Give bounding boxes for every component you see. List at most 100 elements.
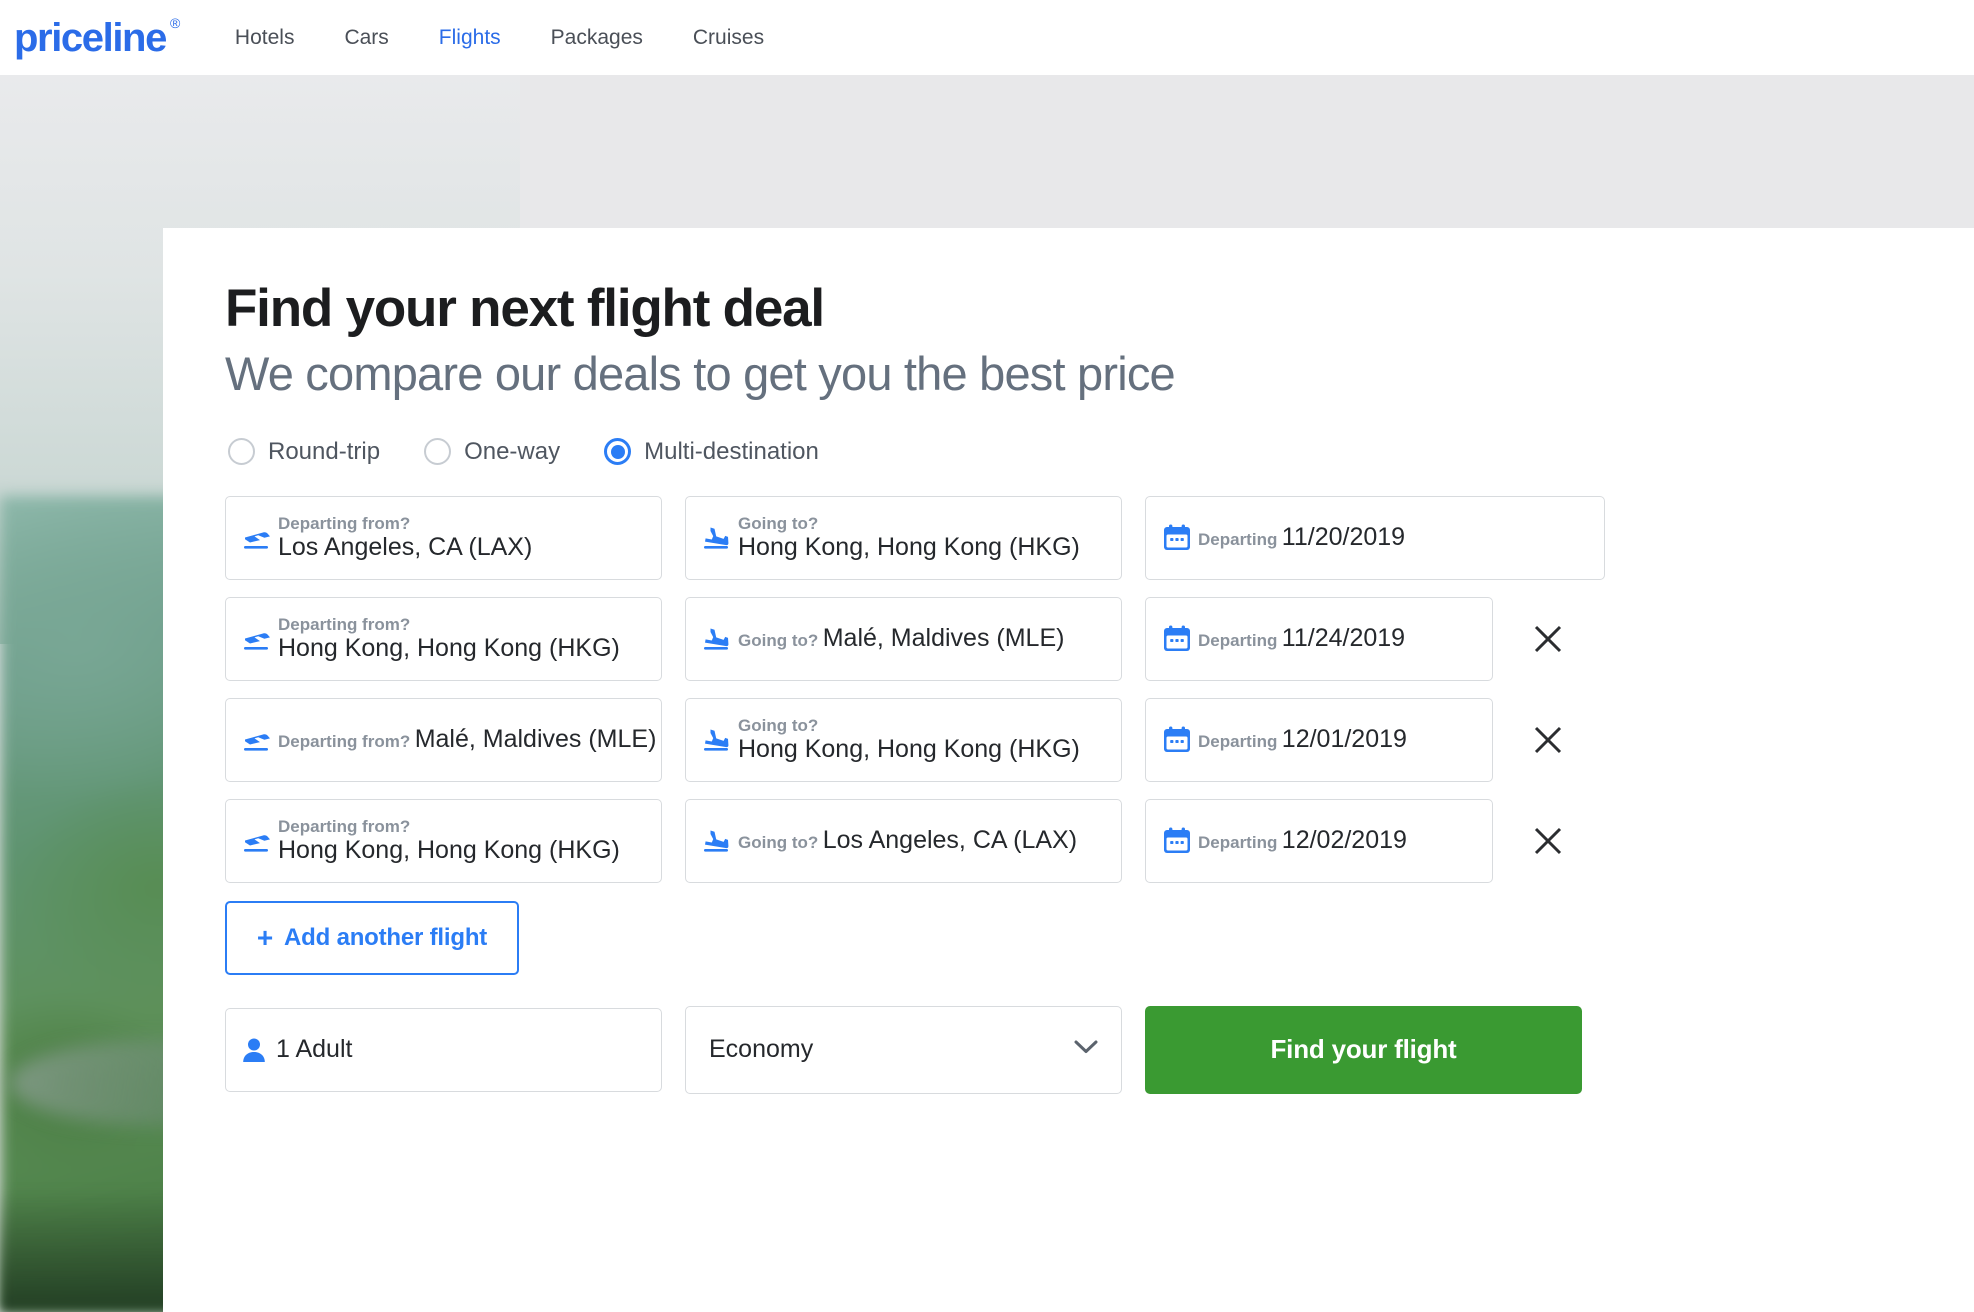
flight-rows: Departing from? Los Angeles, CA (LAX) Go… (225, 495, 1974, 883)
destination-field[interactable]: Going to? Los Angeles, CA (LAX) (685, 798, 1122, 883)
flight-search-card: Find your next flight deal We compare ou… (163, 228, 1974, 1312)
page-root: priceline ® Hotels Cars Flights Packages… (0, 0, 1974, 1312)
page-subtitle: We compare our deals to get you the best… (225, 347, 1176, 401)
trip-type-one-way[interactable]: One-way (424, 438, 560, 466)
departure-date-field[interactable]: Departing 12/02/2019 (1145, 798, 1493, 883)
radio-circle-selected-icon (604, 438, 632, 466)
destination-field-text: Going to? Hong Kong, Hong Kong (HKG) (736, 715, 1121, 764)
close-icon (1534, 827, 1562, 854)
destination-field[interactable]: Going to? Malé, Maldives (MLE) (685, 596, 1122, 681)
departure-date-label: Departing (1198, 732, 1278, 752)
departure-date-label: Departing (1198, 530, 1278, 550)
destination-field-text: Going to? Hong Kong, Hong Kong (HKG) (736, 513, 1121, 562)
airplane-takeoff-icon (226, 626, 276, 652)
trip-type-label: Multi-destination (644, 437, 819, 465)
destination-field-label: Going to? (738, 715, 819, 735)
cabin-class-value: Economy (709, 1035, 814, 1064)
departure-date-text: Departing 11/20/2019 (1196, 523, 1405, 552)
trip-type-radio-group: Round-trip One-way Multi-destination (228, 438, 1974, 466)
departure-date-text: Departing 12/01/2019 (1196, 725, 1407, 754)
registered-trademark-icon: ® (170, 14, 180, 31)
origin-field-label: Departing from? (278, 732, 411, 752)
cabin-class-select[interactable]: Economy (685, 1005, 1122, 1094)
origin-field-value: Malé, Maldives (MLE) (414, 725, 657, 754)
airplane-landing-icon (686, 525, 736, 551)
passengers-value: 1 Adult (276, 1035, 353, 1064)
origin-field[interactable]: Departing from? Malé, Maldives (MLE) (225, 697, 662, 782)
trip-type-label: Round-trip (268, 437, 381, 465)
flight-row: Departing from? Hong Kong, Hong Kong (HK… (225, 798, 1974, 883)
origin-field-text: Departing from? Los Angeles, CA (LAX) (276, 514, 661, 562)
trip-type-round-trip[interactable]: Round-trip (228, 438, 380, 466)
trip-type-multi-destination[interactable]: Multi-destination (604, 438, 819, 466)
calendar-icon (1146, 826, 1196, 856)
origin-field-value: Hong Kong, Hong Kong (HKG) (278, 835, 620, 864)
departure-date-field[interactable]: Departing 12/01/2019 (1145, 697, 1493, 782)
origin-field-label: Departing from? (278, 614, 411, 634)
departure-date-field[interactable]: Departing 11/24/2019 (1145, 596, 1493, 681)
destination-field-value: Hong Kong, Hong Kong (HKG) (738, 734, 1080, 763)
origin-field[interactable]: Departing from? Hong Kong, Hong Kong (HK… (225, 798, 662, 883)
chevron-down-icon (1073, 1039, 1099, 1060)
airplane-takeoff-icon (226, 525, 276, 551)
nav-item-packages[interactable]: Packages (526, 26, 668, 50)
person-icon (226, 1036, 276, 1064)
add-another-flight-label: Add another flight (284, 923, 488, 951)
priceline-logo[interactable]: priceline ® (14, 15, 180, 60)
destination-field[interactable]: Going to? Hong Kong, Hong Kong (HKG) (685, 495, 1122, 580)
remove-flight-button[interactable] (1527, 618, 1569, 660)
remove-flight-button[interactable] (1527, 719, 1569, 761)
origin-field-label: Departing from? (278, 816, 411, 836)
nav-item-hotels[interactable]: Hotels (210, 26, 320, 50)
flight-row: Departing from? Malé, Maldives (MLE) Goi… (225, 697, 1974, 782)
close-icon (1534, 625, 1562, 652)
trip-type-label: One-way (464, 437, 561, 465)
radio-circle-icon (228, 438, 255, 466)
site-header: priceline ® Hotels Cars Flights Packages… (0, 0, 1974, 75)
origin-field-value: Hong Kong, Hong Kong (HKG) (278, 633, 620, 662)
airplane-takeoff-icon (226, 727, 276, 753)
find-your-flight-button[interactable]: Find your flight (1145, 1005, 1582, 1094)
origin-field[interactable]: Departing from? Los Angeles, CA (LAX) (225, 495, 662, 580)
flight-row: Departing from? Los Angeles, CA (LAX) Go… (225, 495, 1974, 580)
origin-field-text: Departing from? Hong Kong, Hong Kong (HK… (276, 816, 661, 865)
page-title: Find your next flight deal (225, 279, 825, 338)
origin-field-text: Departing from? Hong Kong, Hong Kong (HK… (276, 614, 661, 663)
destination-field[interactable]: Going to? Hong Kong, Hong Kong (HKG) (685, 697, 1122, 782)
origin-field-text: Departing from? Malé, Maldives (MLE) (276, 725, 657, 754)
destination-field-value: Malé, Maldives (MLE) (822, 624, 1065, 653)
destination-field-label: Going to? (738, 833, 819, 853)
search-options-row: 1 Adult Economy Find your flight (225, 1005, 1974, 1094)
add-another-flight-button[interactable]: + Add another flight (225, 900, 519, 975)
nav-item-flights[interactable]: Flights (414, 26, 526, 50)
destination-field-text: Going to? Los Angeles, CA (LAX) (736, 826, 1078, 855)
radio-circle-icon (424, 438, 452, 466)
destination-field-label: Going to? (738, 631, 819, 651)
departure-date-label: Departing (1198, 631, 1278, 651)
logo-wordmark: priceline (14, 15, 167, 60)
origin-field-value: Los Angeles, CA (LAX) (278, 532, 533, 561)
plus-icon: + (256, 921, 274, 953)
destination-field-value: Los Angeles, CA (LAX) (822, 826, 1078, 855)
origin-field[interactable]: Departing from? Hong Kong, Hong Kong (HK… (225, 596, 662, 681)
departure-date-field[interactable]: Departing 11/20/2019 (1145, 495, 1605, 580)
passengers-field[interactable]: 1 Adult (225, 1007, 662, 1092)
destination-field-value: Hong Kong, Hong Kong (HKG) (738, 532, 1080, 561)
destination-field-label: Going to? (738, 513, 819, 533)
departure-date-label: Departing (1198, 833, 1278, 853)
nav-item-cruises[interactable]: Cruises (668, 26, 789, 50)
flight-row: Departing from? Hong Kong, Hong Kong (HK… (225, 596, 1974, 681)
airplane-takeoff-icon (226, 828, 276, 854)
airplane-landing-icon (686, 626, 736, 652)
close-icon (1534, 726, 1562, 753)
nav-item-cars[interactable]: Cars (319, 26, 413, 50)
calendar-icon (1146, 725, 1196, 755)
departure-date-text: Departing 11/24/2019 (1196, 624, 1406, 653)
departure-date-value: 12/01/2019 (1281, 725, 1407, 754)
airplane-landing-icon (686, 727, 736, 753)
remove-flight-button[interactable] (1527, 820, 1569, 862)
departure-date-value: 11/24/2019 (1281, 624, 1406, 653)
departure-date-text: Departing 12/02/2019 (1196, 826, 1407, 855)
departure-date-value: 12/02/2019 (1281, 826, 1407, 855)
airplane-landing-icon (686, 828, 736, 854)
